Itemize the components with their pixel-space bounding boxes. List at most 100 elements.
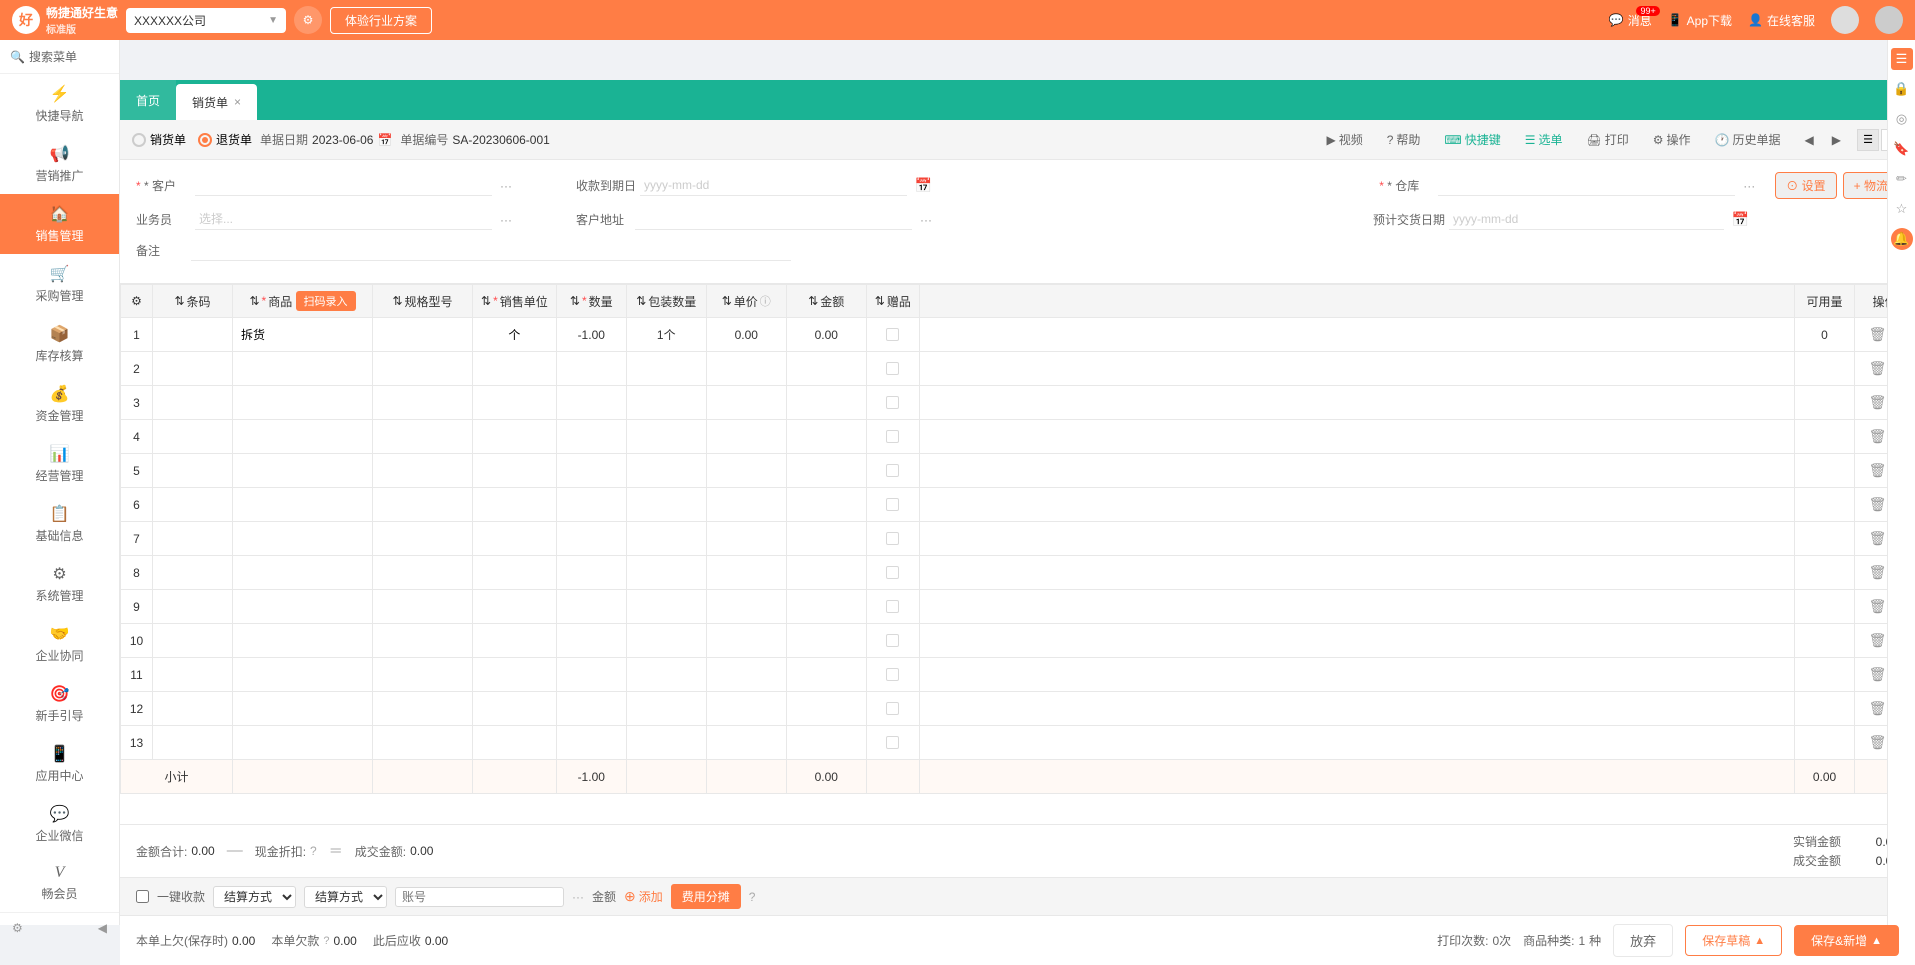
customer-dots[interactable]: ··· xyxy=(496,179,516,193)
sidebar-item-guide[interactable]: 🎯 新手引导 xyxy=(0,674,119,734)
row-pkgqty[interactable] xyxy=(626,624,706,658)
row-product[interactable] xyxy=(233,454,373,488)
row-spec[interactable] xyxy=(373,692,473,726)
operation-button[interactable]: ⚙ 操作 xyxy=(1645,128,1699,151)
help-button[interactable]: ? 帮助 xyxy=(1379,128,1429,151)
sidebar-item-appstore[interactable]: 📱 应用中心 xyxy=(0,734,119,794)
list-view-button[interactable]: ☰ xyxy=(1857,129,1879,151)
gift-checkbox[interactable] xyxy=(886,532,899,545)
row-qty[interactable] xyxy=(556,590,626,624)
row-product[interactable] xyxy=(233,658,373,692)
amount-sort[interactable]: ⇅ 金额 xyxy=(808,293,844,310)
delete-row-icon[interactable]: 🗑 xyxy=(1869,326,1887,343)
row-qty[interactable] xyxy=(556,522,626,556)
row-pkgqty[interactable] xyxy=(626,692,706,726)
row-barcode[interactable] xyxy=(153,658,233,692)
sidebar-item-quick-nav[interactable]: ⚡ 快捷导航 xyxy=(0,74,119,134)
row-barcode[interactable] xyxy=(153,624,233,658)
row-barcode[interactable] xyxy=(153,488,233,522)
due-info-icon[interactable]: ? xyxy=(323,935,329,947)
gift-checkbox[interactable] xyxy=(886,362,899,375)
row-price[interactable] xyxy=(706,352,786,386)
expense-split-button[interactable]: 费用分摊 xyxy=(671,884,741,909)
row-gift[interactable] xyxy=(866,420,919,454)
print-button[interactable]: 🖨 打印 xyxy=(1579,128,1637,151)
row-product[interactable] xyxy=(233,386,373,420)
row-amount[interactable] xyxy=(786,658,866,692)
gift-checkbox[interactable] xyxy=(886,702,899,715)
row-unit[interactable] xyxy=(473,454,557,488)
row-qty[interactable] xyxy=(556,726,626,760)
row-price[interactable] xyxy=(706,726,786,760)
warehouse-input[interactable]: 建材仓 xyxy=(1438,175,1735,196)
save-draft-button[interactable]: 保存草稿 ▲ xyxy=(1685,925,1782,956)
row-qty[interactable]: -1.00 xyxy=(556,318,626,352)
row-spec[interactable] xyxy=(373,420,473,454)
row-price[interactable] xyxy=(706,590,786,624)
row-qty[interactable] xyxy=(556,658,626,692)
row-amount[interactable] xyxy=(786,386,866,420)
row-pkgqty[interactable]: 1个 xyxy=(626,318,706,352)
row-gift[interactable] xyxy=(866,522,919,556)
doc-type-return-radio[interactable]: 退货单 xyxy=(198,131,252,148)
row-pkgqty[interactable] xyxy=(626,352,706,386)
row-amount[interactable] xyxy=(786,420,866,454)
row-spec[interactable] xyxy=(373,352,473,386)
row-spec[interactable] xyxy=(373,556,473,590)
row-unit[interactable] xyxy=(473,726,557,760)
row-spec[interactable] xyxy=(373,488,473,522)
row-spec[interactable] xyxy=(373,590,473,624)
price-sort[interactable]: ⇅ 单价 ⓘ xyxy=(722,293,771,310)
row-gift[interactable] xyxy=(866,352,919,386)
cash-discount-info[interactable]: ? xyxy=(310,844,317,858)
row-amount[interactable] xyxy=(786,692,866,726)
row-spec[interactable] xyxy=(373,658,473,692)
row-unit[interactable] xyxy=(473,590,557,624)
row-gift[interactable] xyxy=(866,386,919,420)
sidebar-item-enterprise[interactable]: 🤝 企业协同 xyxy=(0,614,119,674)
calendar-icon[interactable]: 📅 xyxy=(377,133,392,147)
row-product[interactable] xyxy=(233,556,373,590)
delete-row-icon[interactable]: 🗑 xyxy=(1869,598,1887,615)
save-new-button[interactable]: 保存&新增 ▲ xyxy=(1794,925,1899,956)
gift-checkbox[interactable] xyxy=(886,396,899,409)
th-settings[interactable]: ⚙ xyxy=(121,285,153,318)
row-amount[interactable] xyxy=(786,624,866,658)
row-barcode[interactable] xyxy=(153,318,233,352)
delete-row-icon[interactable]: 🗑 xyxy=(1869,496,1887,513)
row-barcode[interactable] xyxy=(153,522,233,556)
row-gift[interactable] xyxy=(866,318,919,352)
delete-row-icon[interactable]: 🗑 xyxy=(1869,360,1887,377)
prev-button[interactable]: ◀ xyxy=(1797,130,1822,150)
salesperson-dots[interactable]: ··· xyxy=(496,213,516,227)
row-qty[interactable] xyxy=(556,556,626,590)
shortcut-button[interactable]: ⌨ 快捷键 xyxy=(1436,128,1508,151)
row-unit[interactable] xyxy=(473,658,557,692)
row-pkgqty[interactable] xyxy=(626,658,706,692)
sidebar-item-basics[interactable]: 📋 基础信息 xyxy=(0,494,119,554)
row-amount[interactable] xyxy=(786,522,866,556)
row-barcode[interactable] xyxy=(153,726,233,760)
settlement-method-select-2[interactable]: 结算方式 xyxy=(304,886,387,908)
row-price[interactable] xyxy=(706,556,786,590)
experience-industry-button[interactable]: 体验行业方案 xyxy=(330,7,432,34)
doc-type-sale-radio[interactable]: 销货单 xyxy=(132,131,186,148)
product-sort[interactable]: ⇅ *商品 xyxy=(249,293,292,310)
spec-sort[interactable]: ⇅ 规格型号 xyxy=(392,293,452,310)
settlement-method-select[interactable]: 结算方式 xyxy=(213,886,296,908)
row-gift[interactable] xyxy=(866,692,919,726)
sidebar-item-inventory[interactable]: 📦 库存核算 xyxy=(0,314,119,374)
delete-row-icon[interactable]: 🗑 xyxy=(1869,632,1887,649)
row-product[interactable] xyxy=(233,624,373,658)
row-qty[interactable] xyxy=(556,624,626,658)
row-qty[interactable] xyxy=(556,386,626,420)
row-price[interactable] xyxy=(706,454,786,488)
gift-checkbox[interactable] xyxy=(886,430,899,443)
row-product[interactable] xyxy=(233,726,373,760)
app-download-button[interactable]: 📱 App下载 xyxy=(1668,12,1732,29)
delete-row-icon[interactable]: 🗑 xyxy=(1869,734,1887,751)
row-amount[interactable] xyxy=(786,726,866,760)
pkgqty-sort[interactable]: ⇅ 包装数量 xyxy=(636,293,696,310)
row-amount[interactable] xyxy=(786,556,866,590)
right-panel-edit-icon[interactable]: ✏ xyxy=(1891,168,1913,190)
